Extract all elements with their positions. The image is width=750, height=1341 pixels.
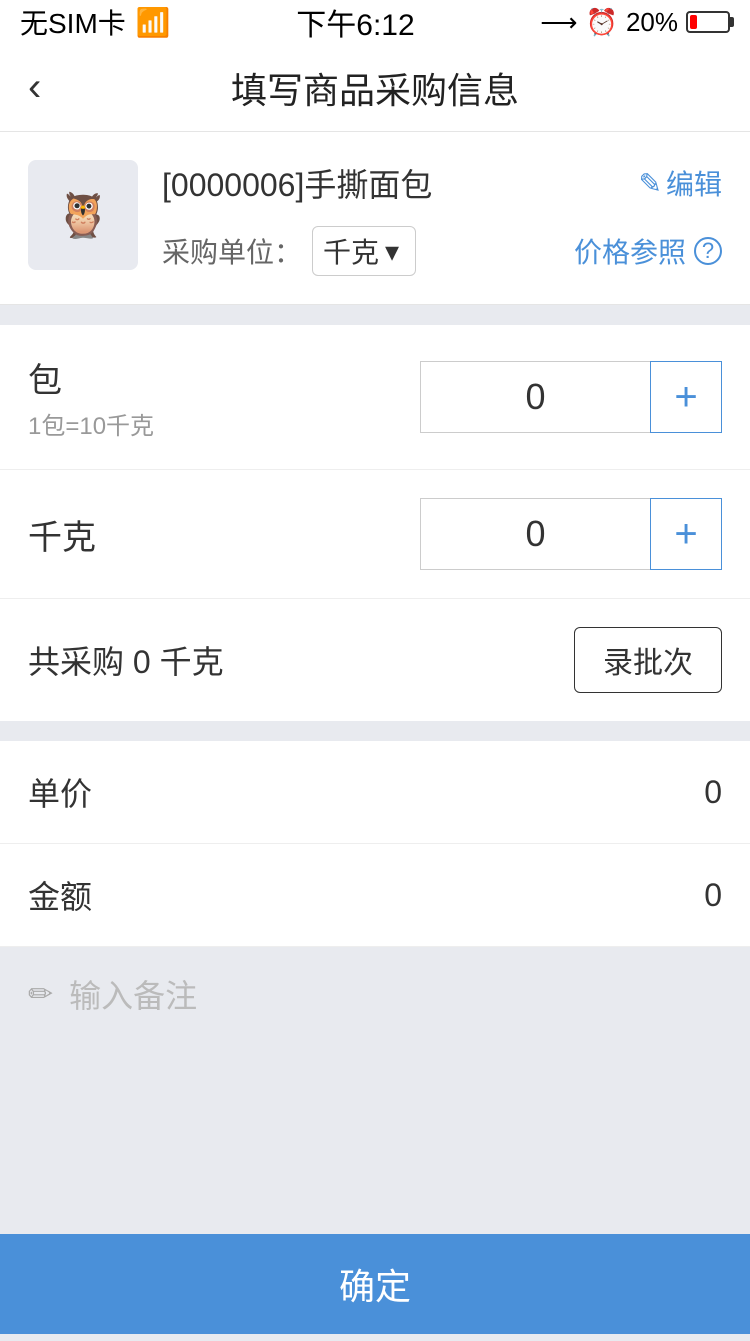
status-left: 无SIM卡 📶 xyxy=(20,2,171,42)
page-title: 填写商品采购信息 xyxy=(231,62,519,114)
notes-placeholder: 输入备注 xyxy=(69,971,197,1017)
pencil-icon: ✏ xyxy=(28,977,53,1012)
kg-plus-button[interactable]: + xyxy=(650,498,722,570)
help-label: ? xyxy=(702,238,714,264)
alarm-icon: ⏰ xyxy=(586,7,618,38)
edit-label: 编辑 xyxy=(666,163,722,203)
product-name: [0000006]手撕面包 xyxy=(162,160,432,206)
location-icon: ⟶ xyxy=(540,7,577,38)
dropdown-arrow-icon: ▾ xyxy=(385,235,399,268)
wifi-icon: 📶 xyxy=(136,6,171,39)
amount-row: 金额 0 xyxy=(0,844,750,947)
product-unit-row: 采购单位： 千克 ▾ 价格参照 ? xyxy=(162,226,722,276)
price-ref-label: 价格参照 xyxy=(574,231,686,271)
status-bar: 无SIM卡 📶 下午6:12 ⟶ ⏰ 20% xyxy=(0,0,750,44)
status-time: 下午6:12 xyxy=(296,0,414,44)
battery-fill xyxy=(690,15,697,29)
price-ref-button[interactable]: 价格参照 ? xyxy=(574,231,722,271)
unit-value: 千克 xyxy=(323,231,379,271)
bag-unit-name: 包 xyxy=(28,353,154,402)
kg-label-group: 千克 xyxy=(28,510,128,559)
product-info: [0000006]手撕面包 ✎ 编辑 采购单位： 千克 ▾ 价格参照 ? xyxy=(162,160,722,276)
bag-label-group: 包 1包=10千克 xyxy=(28,353,154,441)
bag-unit-sub: 1包=10千克 xyxy=(28,406,154,441)
notes-section[interactable]: ✏ 输入备注 xyxy=(0,947,750,1041)
bag-input-control: + xyxy=(420,361,722,433)
product-card: 🦉 [0000006]手撕面包 ✎ 编辑 采购单位： 千克 ▾ 价格参照 ? xyxy=(0,132,750,305)
unit-price-label: 单价 xyxy=(28,769,92,815)
unit-price-value: 0 xyxy=(704,774,722,811)
unit-label: 采购单位： xyxy=(162,231,302,271)
summary-row: 共采购 0 千克 录批次 xyxy=(0,599,750,721)
section-divider-2 xyxy=(0,721,750,741)
carrier-label: 无SIM卡 xyxy=(20,2,126,42)
product-header: [0000006]手撕面包 ✎ 编辑 xyxy=(162,160,722,206)
nav-bar: ‹ 填写商品采购信息 xyxy=(0,44,750,132)
unit-selector-group: 采购单位： 千克 ▾ xyxy=(162,226,416,276)
kg-quantity-input[interactable] xyxy=(420,498,650,570)
kg-input-row: 千克 + xyxy=(0,470,750,599)
product-image: 🦉 xyxy=(28,160,138,270)
bag-quantity-input[interactable] xyxy=(420,361,650,433)
amount-label: 金额 xyxy=(28,872,92,918)
bag-input-row: 包 1包=10千克 + xyxy=(0,325,750,470)
kg-unit-name: 千克 xyxy=(28,510,128,559)
battery-percent: 20% xyxy=(626,7,678,38)
edit-button[interactable]: ✎ 编辑 xyxy=(639,163,722,203)
unit-price-row: 单价 0 xyxy=(0,741,750,844)
edit-icon: ✎ xyxy=(639,167,662,200)
input-section: 包 1包=10千克 + 千克 + 共采购 0 千克 录批次 xyxy=(0,325,750,721)
kg-input-control: + xyxy=(420,498,722,570)
confirm-button[interactable]: 确定 xyxy=(0,1234,750,1334)
section-divider-1 xyxy=(0,305,750,325)
status-right: ⟶ ⏰ 20% xyxy=(540,7,730,38)
battery-icon xyxy=(686,11,730,33)
record-batch-button[interactable]: 录批次 xyxy=(574,627,722,693)
price-info-section: 单价 0 金额 0 xyxy=(0,741,750,947)
help-icon[interactable]: ? xyxy=(694,237,722,265)
summary-text: 共采购 0 千克 xyxy=(28,637,224,683)
bag-plus-button[interactable]: + xyxy=(650,361,722,433)
product-logo-icon: 🦉 xyxy=(56,189,111,241)
amount-value: 0 xyxy=(704,877,722,914)
unit-dropdown[interactable]: 千克 ▾ xyxy=(312,226,416,276)
back-button[interactable]: ‹ xyxy=(28,65,41,110)
